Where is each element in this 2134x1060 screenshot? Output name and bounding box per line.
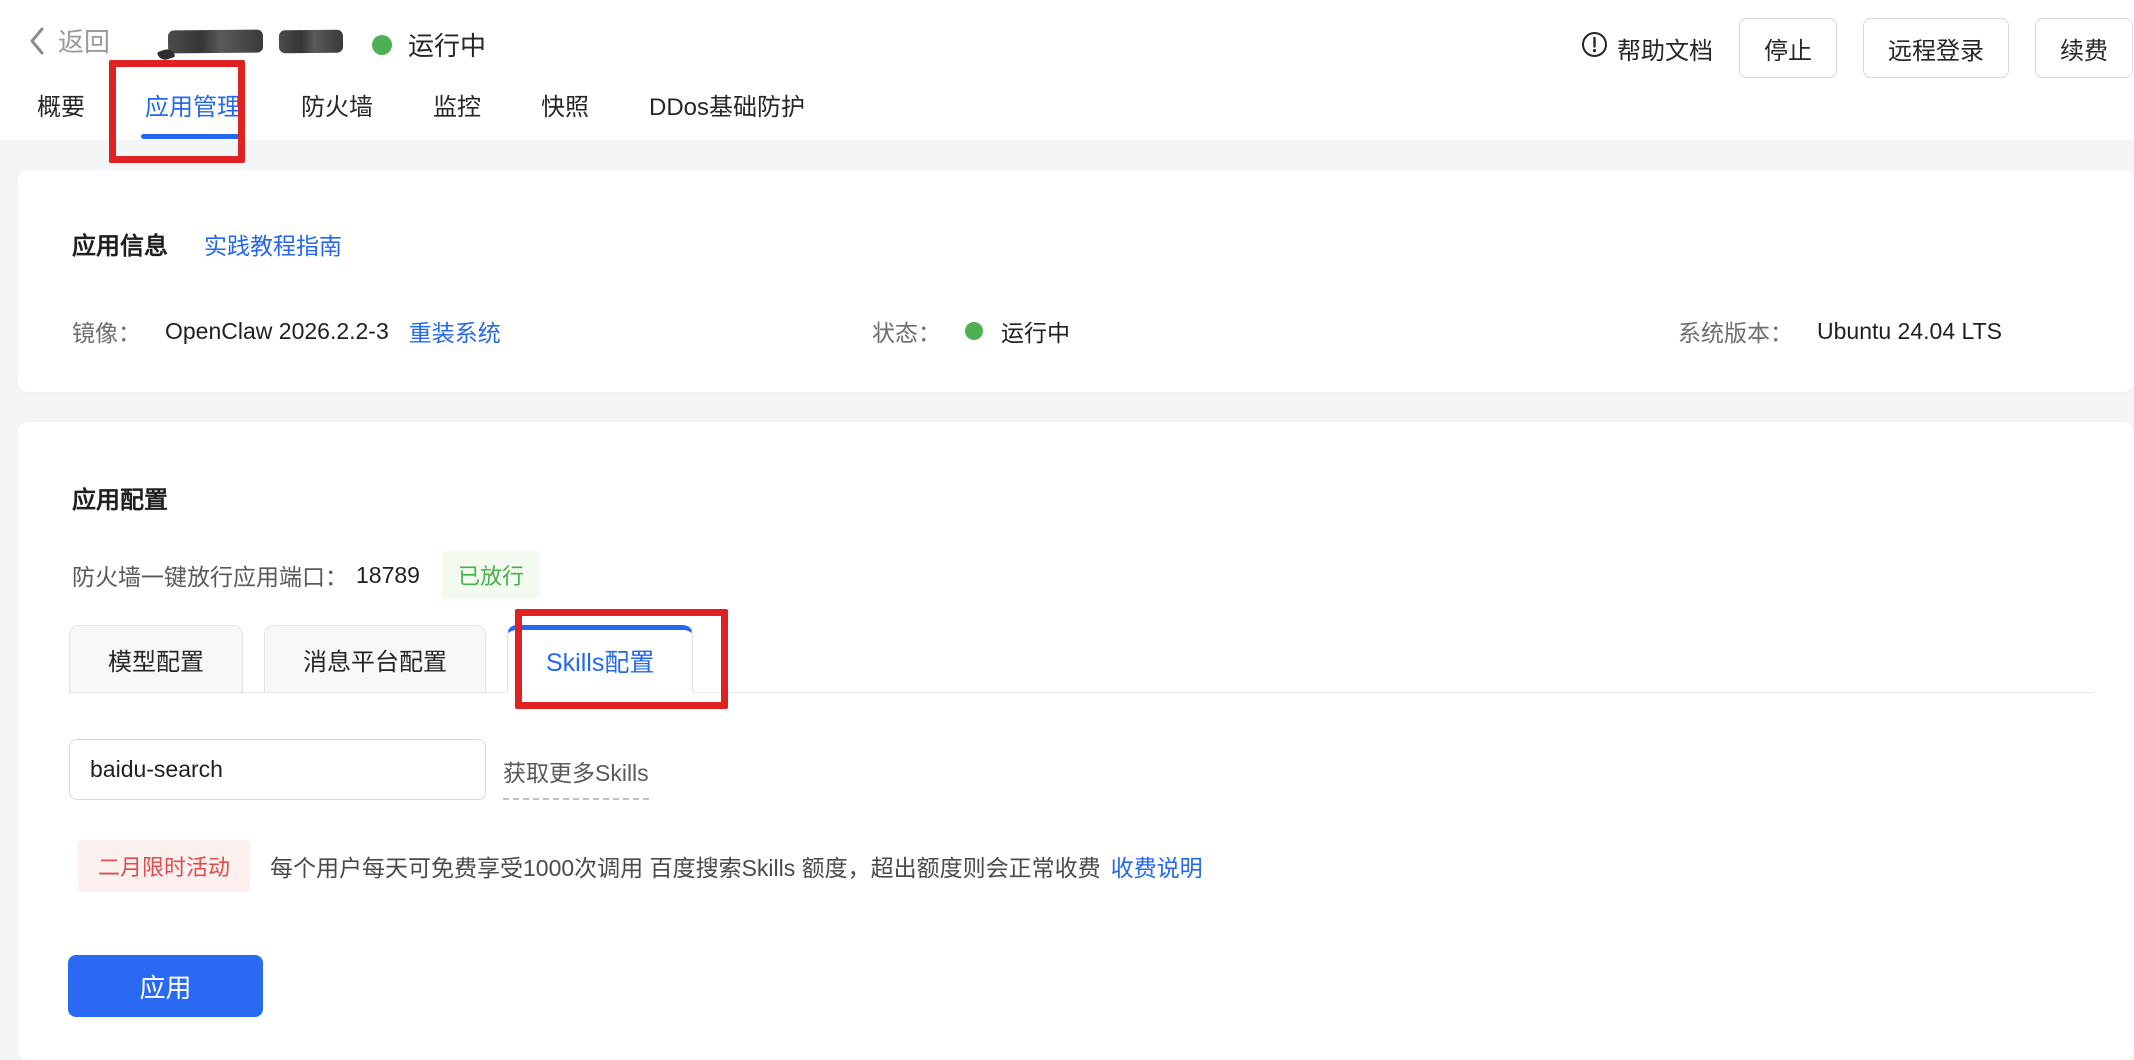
port-value: 18789 (356, 561, 420, 588)
remote-login-button[interactable]: 远程登录 (1863, 18, 2009, 78)
status-label: 状态： (872, 320, 941, 346)
info-circle-icon (1581, 31, 1608, 65)
promo-badge: 二月限时活动 (78, 840, 251, 892)
stop-button[interactable]: 停止 (1739, 18, 1837, 78)
tab-message-platform-config[interactable]: 消息平台配置 (264, 625, 486, 693)
redaction-blob (167, 29, 264, 54)
header-actions: 帮助文档 停止 远程登录 续费 (1581, 18, 2133, 78)
port-label: 防火墙一键放行应用端口： (72, 564, 348, 590)
app-config-title: 应用配置 (72, 487, 168, 514)
back-label: 返回 (58, 27, 111, 57)
redacted-server-name (167, 29, 344, 54)
reinstall-system-link[interactable]: 重装系统 (409, 314, 501, 348)
image-label: 镜像： (72, 320, 141, 346)
port-released-badge: 已放行 (441, 551, 540, 599)
back-button[interactable]: 返回 (28, 22, 110, 59)
firewall-port-row: 防火墙一键放行应用端口： 18789 已放行 (72, 551, 540, 599)
status-dot-icon (965, 322, 983, 340)
skill-input[interactable] (69, 739, 486, 800)
promo-row: 二月限时活动 每个用户每天可免费享受1000次调用 百度搜索Skills 额度，… (78, 840, 1203, 892)
status-info: 状态： 运行中 (872, 314, 1070, 348)
tutorial-guide-link[interactable]: 实践教程指南 (204, 227, 342, 261)
os-label: 系统版本： (1678, 320, 1793, 346)
nav-tab-monitoring[interactable]: 监控 (433, 87, 481, 139)
nav-tab-firewall[interactable]: 防火墙 (301, 87, 373, 139)
server-status: 运行中 (372, 26, 486, 63)
nav-tab-overview[interactable]: 概要 (37, 87, 85, 139)
status-text: 运行中 (408, 31, 487, 61)
status-value: 运行中 (1001, 320, 1070, 346)
get-more-skills-link[interactable]: 获取更多Skills (503, 754, 649, 800)
tab-model-config[interactable]: 模型配置 (69, 625, 243, 693)
nav-tab-ddos[interactable]: DDos基础防护 (649, 87, 805, 139)
app-config-card: 应用配置 防火墙一键放行应用端口： 18789 已放行 模型配置 消息平台配置 … (18, 422, 2134, 1060)
promo-text: 每个用户每天可免费享受1000次调用 百度搜索Skills 额度，超出额度则会正… (270, 855, 1101, 881)
renew-button[interactable]: 续费 (2035, 18, 2133, 78)
status-dot-icon (372, 34, 392, 55)
os-value: Ubuntu 24.04 LTS (1817, 317, 2002, 344)
tab-skills-config[interactable]: Skills配置 (507, 625, 694, 693)
image-value: OpenClaw 2026.2.2-3 (165, 317, 389, 344)
app-info-card: 应用信息 实践教程指南 镜像： OpenClaw 2026.2.2-3 重装系统… (18, 170, 2134, 392)
os-info: 系统版本： Ubuntu 24.04 LTS (1678, 314, 2002, 348)
nav-tab-app-management[interactable]: 应用管理 (141, 87, 245, 139)
config-tabs: 模型配置 消息平台配置 Skills配置 (69, 624, 2094, 693)
nav-tab-snapshot[interactable]: 快照 (541, 87, 589, 139)
redaction-blob (278, 29, 344, 54)
help-docs-label: 帮助文档 (1617, 37, 1713, 65)
chevron-left-icon (28, 26, 46, 56)
help-docs-link[interactable]: 帮助文档 (1581, 31, 1713, 66)
app-info-title: 应用信息 (72, 233, 168, 260)
app-info-title-row: 应用信息 实践教程指南 (72, 226, 342, 261)
apply-button[interactable]: 应用 (68, 955, 263, 1017)
fee-description-link[interactable]: 收费说明 (1111, 849, 1203, 883)
page-nav-tabs: 概要 应用管理 防火墙 监控 快照 DDos基础防护 (37, 87, 805, 139)
page-header: 返回 运行中 帮助文档 停止 远程登录 续费 概要 应用管理 防火墙 监控 快照… (0, 0, 2134, 140)
image-info: 镜像： OpenClaw 2026.2.2-3 重装系统 (72, 314, 501, 348)
